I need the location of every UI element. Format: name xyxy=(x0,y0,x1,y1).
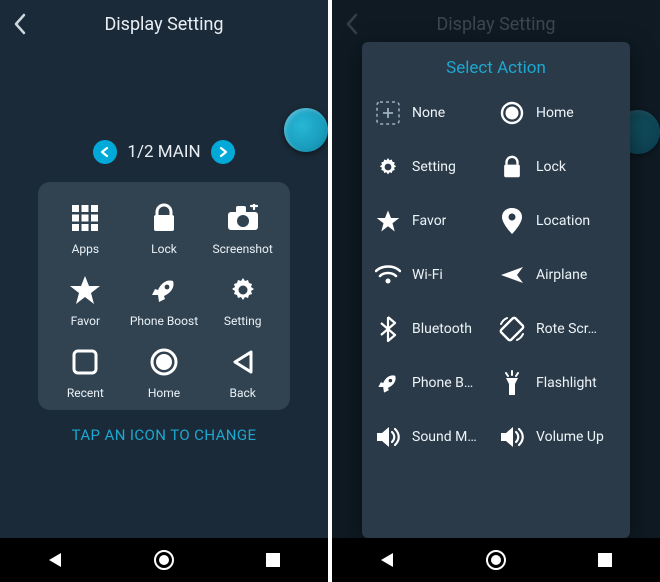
grid-item-favor[interactable]: Favor xyxy=(46,272,125,328)
action-none[interactable]: None xyxy=(374,94,498,132)
sound-icon xyxy=(374,423,402,451)
phone-right: Display Setting Select Action None Home xyxy=(332,0,660,582)
action-setting[interactable]: Setting xyxy=(374,148,498,186)
action-flashlight[interactable]: Flashlight xyxy=(498,364,622,402)
action-label: Setting xyxy=(412,159,456,175)
action-label: Home xyxy=(536,105,574,121)
action-airplane[interactable]: Airplane xyxy=(498,256,622,294)
gear-icon xyxy=(374,153,402,181)
action-label: Flashlight xyxy=(536,375,597,391)
bluetooth-icon xyxy=(374,315,402,343)
pager: 1/2 MAIN xyxy=(0,140,328,164)
gear-icon xyxy=(225,272,261,308)
recent-icon xyxy=(67,344,103,380)
grid-item-back[interactable]: Back xyxy=(203,344,282,400)
pager-prev-button[interactable] xyxy=(93,140,117,164)
grid-item-apps[interactable]: Apps xyxy=(46,200,125,256)
star-icon xyxy=(374,207,402,235)
nav-back-button[interactable] xyxy=(44,549,66,571)
location-icon xyxy=(498,207,526,235)
action-label: Rote Scr… xyxy=(536,321,597,337)
action-label: Lock xyxy=(536,159,566,175)
grid-item-screenshot[interactable]: Screenshot xyxy=(203,200,282,256)
action-label: Volume Up xyxy=(536,429,604,445)
grid-item-label: Recent xyxy=(67,386,104,400)
action-favor[interactable]: Favor xyxy=(374,202,498,240)
nav-home-button[interactable] xyxy=(153,549,175,571)
volume-up-icon xyxy=(498,423,526,451)
grid-item-label: Back xyxy=(229,386,255,400)
grid-item-lock[interactable]: Lock xyxy=(125,200,204,256)
action-label: Phone B… xyxy=(412,375,473,391)
star-icon xyxy=(67,272,103,308)
grid-item-label: Apps xyxy=(72,242,100,256)
action-label: Sound M… xyxy=(412,429,477,445)
action-list: None Home Setting Lock xyxy=(362,94,630,456)
page-title: Display Setting xyxy=(8,14,320,35)
rocket-icon xyxy=(146,272,182,308)
lock-icon xyxy=(498,153,526,181)
android-navbar xyxy=(0,538,328,582)
action-label: Airplane xyxy=(536,267,587,283)
home-icon xyxy=(498,99,526,127)
pager-label: 1/2 MAIN xyxy=(127,142,200,162)
header: Display Setting xyxy=(0,0,328,48)
grid-item-setting[interactable]: Setting xyxy=(203,272,282,328)
android-navbar xyxy=(332,538,660,582)
phone-left: Display Setting 1/2 MAIN Apps xyxy=(0,0,328,582)
rotate-icon xyxy=(498,315,526,343)
grid-item-recent[interactable]: Recent xyxy=(46,344,125,400)
grid-item-label: Setting xyxy=(224,314,262,328)
wifi-icon xyxy=(374,261,402,289)
nav-home-button[interactable] xyxy=(485,549,507,571)
action-wifi[interactable]: Wi-Fi xyxy=(374,256,498,294)
hint-text: TAP AN ICON TO CHANGE xyxy=(0,426,328,444)
action-label: Wi-Fi xyxy=(412,267,443,283)
flashlight-icon xyxy=(498,369,526,397)
home-icon xyxy=(146,344,182,380)
grid-item-label: Phone Boost xyxy=(130,314,198,328)
pager-next-button[interactable] xyxy=(211,140,235,164)
nav-back-button[interactable] xyxy=(376,549,398,571)
nav-recent-button[interactable] xyxy=(594,549,616,571)
grid-item-label: Screenshot xyxy=(213,242,273,256)
apps-icon xyxy=(67,200,103,236)
grid-item-home[interactable]: Home xyxy=(125,344,204,400)
rocket-icon xyxy=(374,369,402,397)
none-icon xyxy=(374,99,402,127)
action-sound-mode[interactable]: Sound M… xyxy=(374,418,498,456)
action-volume-up[interactable]: Volume Up xyxy=(498,418,622,456)
nav-recent-button[interactable] xyxy=(262,549,284,571)
action-bluetooth[interactable]: Bluetooth xyxy=(374,310,498,348)
lock-icon xyxy=(146,200,182,236)
action-location[interactable]: Location xyxy=(498,202,622,240)
airplane-icon xyxy=(498,261,526,289)
action-label: Favor xyxy=(412,213,446,229)
action-phone-boost[interactable]: Phone B… xyxy=(374,364,498,402)
grid-item-label: Home xyxy=(148,386,180,400)
shortcut-grid: Apps Lock Screenshot Favor Phone Boost xyxy=(38,182,290,410)
grid-item-label: Lock xyxy=(151,242,177,256)
screenshot-icon xyxy=(225,200,261,236)
select-action-dialog: Select Action None Home Setting xyxy=(362,42,630,538)
action-label: None xyxy=(412,105,445,121)
action-lock[interactable]: Lock xyxy=(498,148,622,186)
back-icon xyxy=(225,344,261,380)
assistive-touch-dot[interactable] xyxy=(284,108,328,152)
action-home[interactable]: Home xyxy=(498,94,622,132)
action-label: Bluetooth xyxy=(412,321,472,337)
dialog-title: Select Action xyxy=(362,42,630,94)
action-rotate-screen[interactable]: Rote Scr… xyxy=(498,310,622,348)
action-label: Location xyxy=(536,213,590,229)
grid-item-label: Favor xyxy=(71,314,101,328)
grid-item-phone-boost[interactable]: Phone Boost xyxy=(125,272,204,328)
